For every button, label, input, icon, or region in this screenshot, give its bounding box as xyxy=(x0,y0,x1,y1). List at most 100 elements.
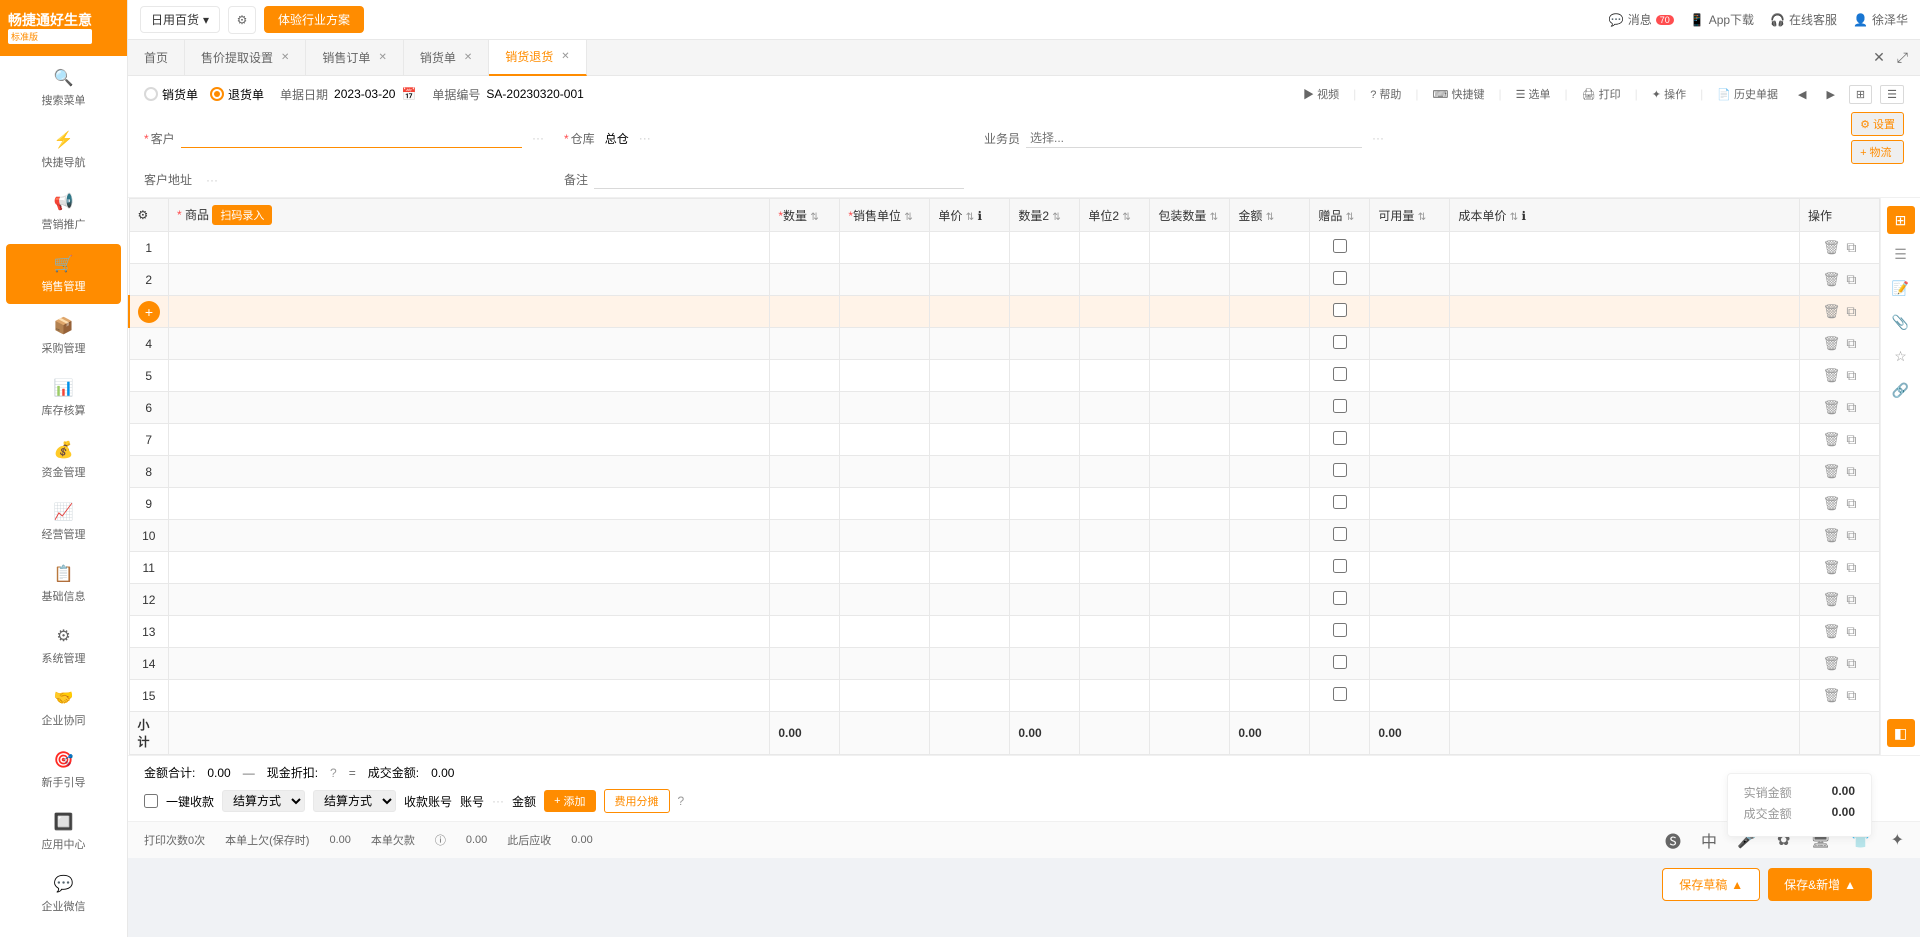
sidebar-item-wechat[interactable]: 💬企业微信 xyxy=(6,864,121,924)
delete-icon-9[interactable]: 🗑 xyxy=(1823,495,1841,512)
cell-amount-9[interactable] xyxy=(1230,488,1310,520)
delete-icon-12[interactable]: 🗑 xyxy=(1823,591,1841,608)
cell-amount-3[interactable] xyxy=(1230,296,1310,328)
cell-packqty-14[interactable] xyxy=(1150,648,1230,680)
tab-4[interactable]: 销货退货✕ xyxy=(489,40,586,76)
scan-button[interactable]: 扫码录入 xyxy=(212,205,272,225)
input-goods-13[interactable] xyxy=(177,625,761,639)
cell-goods-14[interactable] xyxy=(169,648,770,680)
cell-packqty-2[interactable] xyxy=(1150,264,1230,296)
cell-price-3[interactable] xyxy=(930,296,1010,328)
cell-qty2-9[interactable] xyxy=(1010,488,1080,520)
sort-available-icon[interactable]: ⇅ xyxy=(1418,212,1426,223)
cell-cost-12[interactable] xyxy=(1450,584,1800,616)
cell-unit2-13[interactable] xyxy=(1080,616,1150,648)
delete-icon-8[interactable]: 🗑 xyxy=(1823,463,1841,480)
sidebar-item-search[interactable]: 🔍搜索菜单 xyxy=(6,58,121,118)
copy-icon-1[interactable]: ⧉ xyxy=(1846,239,1856,256)
history-btn[interactable]: 📄 历史单据 xyxy=(1711,84,1784,104)
view-card-icon[interactable]: ⊞ xyxy=(1887,206,1915,234)
cell-amount-8[interactable] xyxy=(1230,456,1310,488)
sidebar-item-guide[interactable]: 🎯新手引导 xyxy=(6,740,121,800)
cell-unit2-4[interactable] xyxy=(1080,328,1150,360)
sort-gift-icon[interactable]: ⇅ xyxy=(1346,212,1354,223)
cell-amount-1[interactable] xyxy=(1230,232,1310,264)
radio-returns[interactable]: 退货单 xyxy=(210,86,264,103)
cell-packqty-4[interactable] xyxy=(1150,328,1230,360)
sort-qty2-icon[interactable]: ⇅ xyxy=(1052,212,1060,223)
cell-cost-14[interactable] xyxy=(1450,648,1800,680)
cell-amount-7[interactable] xyxy=(1230,424,1310,456)
cell-goods-7[interactable] xyxy=(169,424,770,456)
cell-goods-6[interactable] xyxy=(169,392,770,424)
input-goods-1[interactable] xyxy=(177,241,761,255)
view-list-btn[interactable]: ☰ xyxy=(1880,85,1904,104)
copy-icon-12[interactable]: ⧉ xyxy=(1846,591,1856,608)
cell-qty2-2[interactable] xyxy=(1010,264,1080,296)
salesperson-input[interactable] xyxy=(1026,129,1362,148)
cell-unit-6[interactable] xyxy=(840,392,930,424)
copy-icon-6[interactable]: ⧉ xyxy=(1846,399,1856,416)
cell-amount-4[interactable] xyxy=(1230,328,1310,360)
input-goods-10[interactable] xyxy=(177,529,761,543)
cell-amount-11[interactable] xyxy=(1230,552,1310,584)
delete-icon-6[interactable]: 🗑 xyxy=(1823,399,1841,416)
nav-next-btn[interactable]: ▶ xyxy=(1820,86,1840,103)
cell-unit-7[interactable] xyxy=(840,424,930,456)
cell-qty-9[interactable] xyxy=(770,488,840,520)
sort-unit-icon[interactable]: ⇅ xyxy=(904,212,912,223)
cell-amount-2[interactable] xyxy=(1230,264,1310,296)
cell-qty-3[interactable] xyxy=(770,296,840,328)
add-payment-btn[interactable]: + 添加 xyxy=(544,790,595,812)
help-btn[interactable]: ? 帮助 xyxy=(1364,84,1407,104)
delete-icon-14[interactable]: 🗑 xyxy=(1823,655,1841,672)
warehouse-dropdown[interactable]: 日用百货 ▾ xyxy=(140,6,220,33)
gift-checkbox-7[interactable] xyxy=(1333,431,1347,445)
cell-qty-7[interactable] xyxy=(770,424,840,456)
toolbar-icon2[interactable]: 中 xyxy=(1701,828,1717,852)
cell-qty2-10[interactable] xyxy=(1010,520,1080,552)
cell-unit2-7[interactable] xyxy=(1080,424,1150,456)
copy-icon-7[interactable]: ⧉ xyxy=(1846,431,1856,448)
cell-available-15[interactable] xyxy=(1370,680,1450,712)
cell-qty-5[interactable] xyxy=(770,360,840,392)
cell-available-14[interactable] xyxy=(1370,648,1450,680)
cell-cost-15[interactable] xyxy=(1450,680,1800,712)
cell-qty2-11[interactable] xyxy=(1010,552,1080,584)
online-service-item[interactable]: 🎧 在线客服 xyxy=(1770,11,1837,28)
cell-qty-6[interactable] xyxy=(770,392,840,424)
cell-packqty-7[interactable] xyxy=(1150,424,1230,456)
gift-checkbox-13[interactable] xyxy=(1333,623,1347,637)
cell-packqty-5[interactable] xyxy=(1150,360,1230,392)
cell-goods-5[interactable] xyxy=(169,360,770,392)
cell-available-7[interactable] xyxy=(1370,424,1450,456)
cell-amount-13[interactable] xyxy=(1230,616,1310,648)
cell-price-4[interactable] xyxy=(930,328,1010,360)
copy-icon-3[interactable]: ⧉ xyxy=(1846,303,1856,320)
cell-packqty-15[interactable] xyxy=(1150,680,1230,712)
cell-packqty-1[interactable] xyxy=(1150,232,1230,264)
cell-qty-14[interactable] xyxy=(770,648,840,680)
cell-price-10[interactable] xyxy=(930,520,1010,552)
cell-unit2-9[interactable] xyxy=(1080,488,1150,520)
operate-btn[interactable]: ✦ 操作 xyxy=(1646,84,1692,104)
cell-cost-8[interactable] xyxy=(1450,456,1800,488)
cell-unit2-2[interactable] xyxy=(1080,264,1150,296)
cell-available-10[interactable] xyxy=(1370,520,1450,552)
cell-cost-5[interactable] xyxy=(1450,360,1800,392)
sidebar-item-member[interactable]: 👑畅会员 xyxy=(6,926,121,937)
cell-packqty-11[interactable] xyxy=(1150,552,1230,584)
cell-available-8[interactable] xyxy=(1370,456,1450,488)
cell-packqty-9[interactable] xyxy=(1150,488,1230,520)
calendar-icon[interactable]: 📅 xyxy=(401,87,416,101)
cell-available-1[interactable] xyxy=(1370,232,1450,264)
cell-goods-11[interactable] xyxy=(169,552,770,584)
cell-unit2-11[interactable] xyxy=(1080,552,1150,584)
cell-amount-15[interactable] xyxy=(1230,680,1310,712)
cell-unit2-10[interactable] xyxy=(1080,520,1150,552)
sort-qty-icon[interactable]: ⇅ xyxy=(810,212,818,223)
sort-amount-icon[interactable]: ⇅ xyxy=(1266,212,1274,223)
message-item[interactable]: 💬 消息 70 xyxy=(1609,11,1674,28)
video-btn[interactable]: ▶ 视频 xyxy=(1297,84,1345,104)
cell-price-7[interactable] xyxy=(930,424,1010,456)
